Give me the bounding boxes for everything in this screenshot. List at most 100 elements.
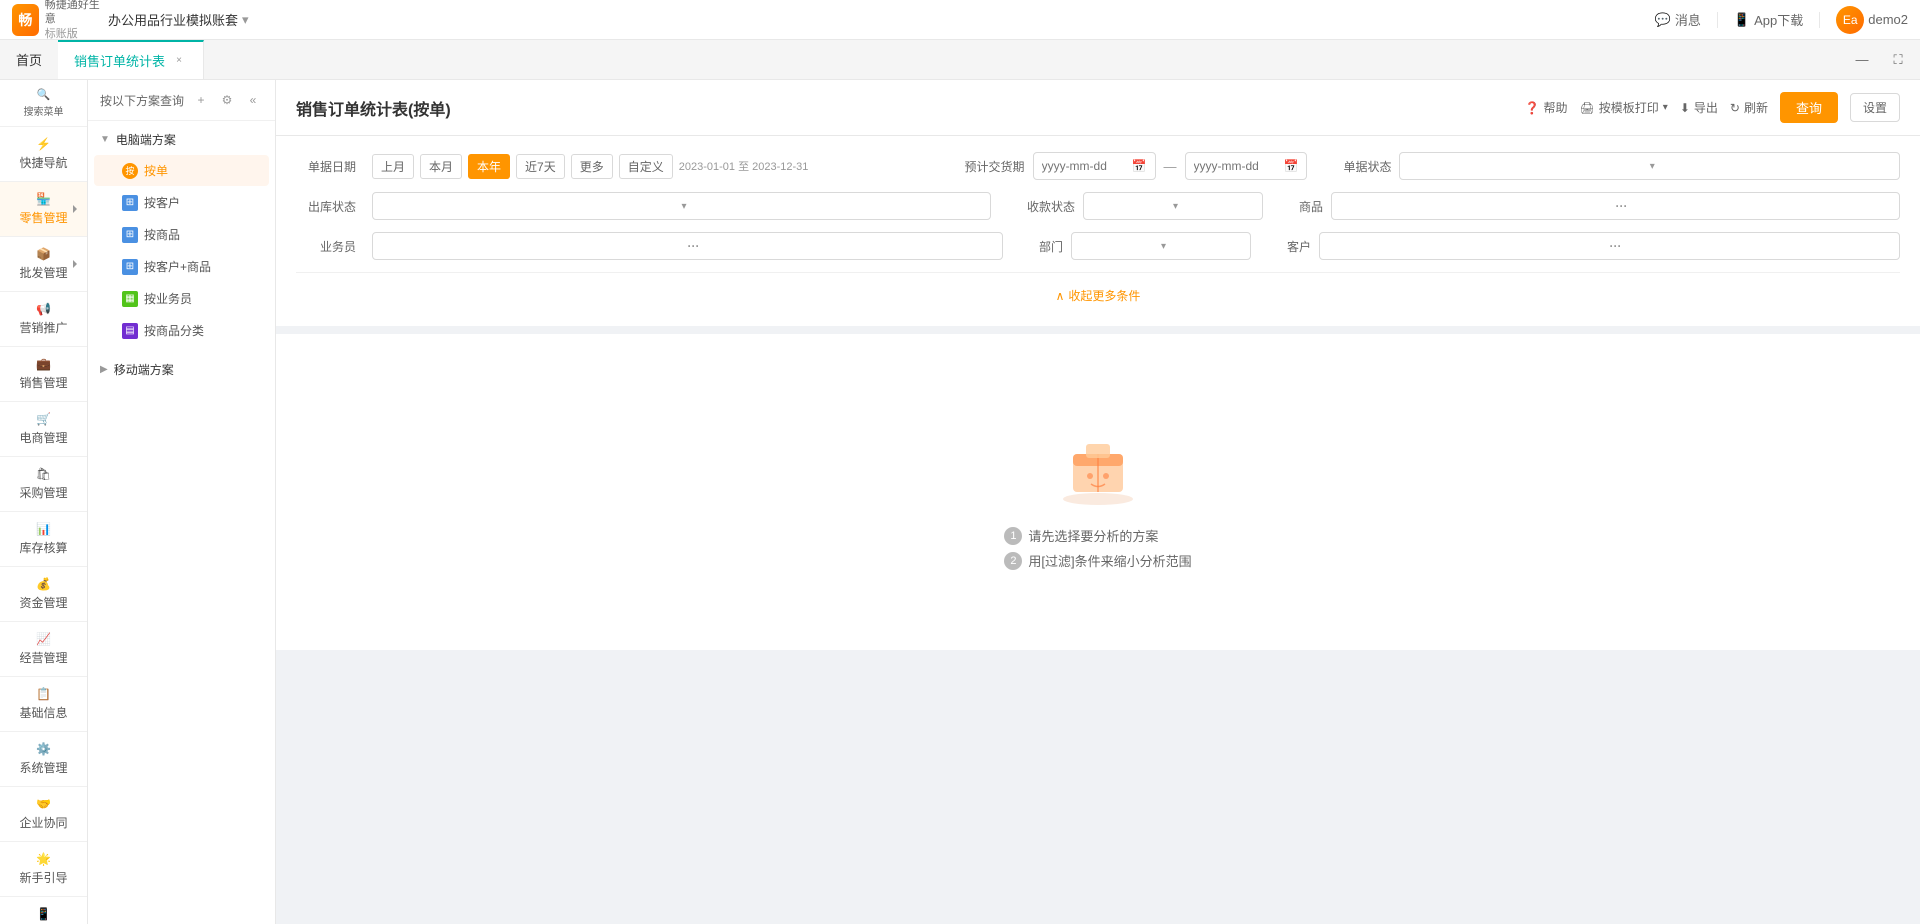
window-maximize-button[interactable]: ⛶ (1884, 46, 1912, 74)
department-select[interactable]: ▾ (1071, 232, 1251, 260)
doc-status-select[interactable]: ▾ (1399, 152, 1900, 180)
print-icon: 🖨 (1580, 101, 1595, 115)
by-cust-prod-icon: ⊞ (122, 259, 138, 275)
scheme-child-by-cust-prod[interactable]: ⊞ 按客户+商品 (94, 251, 269, 282)
sidebar-item-ecommerce[interactable]: 🛒 电商管理 (0, 402, 87, 457)
salesperson-dots[interactable]: ··· (688, 239, 995, 253)
sidebar-item-operation[interactable]: 📈 经营管理 (0, 622, 87, 677)
scheme-child-by-category[interactable]: ▤ 按商品分类 (94, 315, 269, 346)
mobile-scheme-parent[interactable]: ▶ 移动端方案 (88, 355, 275, 384)
expected-date-group: 预计交货期 📅 — 📅 (965, 152, 1308, 180)
doc-status-label: 单据状态 (1343, 158, 1391, 175)
empty-illustration (1048, 414, 1148, 514)
salesperson-select[interactable]: ··· (372, 232, 1003, 260)
guide-icon: 🌟 (36, 852, 51, 866)
sidebar-item-cooperation[interactable]: 🤝 企业协同 (0, 787, 87, 842)
customer-select[interactable]: ··· (1319, 232, 1900, 260)
product-select[interactable]: ··· (1331, 192, 1900, 220)
product-dots[interactable]: ··· (1616, 199, 1892, 213)
message-button[interactable]: 💬 消息 (1655, 10, 1701, 29)
message-icon: 💬 (1655, 12, 1671, 28)
settings-button[interactable]: 设置 (1850, 93, 1900, 122)
filter-row-1: 单据日期 上月 本月 本年 近7天 更多 自定义 2023-01-01 至 20… (296, 152, 1900, 180)
ship-status-select[interactable]: ▾ (372, 192, 991, 220)
empty-state: 1 请先选择要分析的方案 2 用[过滤]条件来缩小分析范围 (276, 334, 1920, 650)
retail-icon: 🏪 (36, 192, 51, 206)
expand-icon: ▼ (100, 134, 110, 145)
dept-arrow: ▾ (1161, 241, 1242, 252)
doc-status-group: 单据状态 ▾ (1343, 152, 1900, 180)
date-button-group: 上月 本月 本年 近7天 更多 自定义 2023-01-01 至 2023-12… (372, 154, 929, 179)
setting-scheme-button[interactable]: ⚙ (217, 90, 237, 110)
sidebar-item-retail[interactable]: 🏪 零售管理 (0, 182, 87, 237)
sidebar-item-basic[interactable]: 📋 基础信息 (0, 677, 87, 732)
scheme-child-by-product[interactable]: ⊞ 按商品 (94, 219, 269, 250)
payment-arrow: ▾ (1173, 201, 1254, 212)
sidebar-item-finance[interactable]: 💰 资金管理 (0, 567, 87, 622)
expand-mobile-icon: ▶ (100, 364, 108, 375)
collapse-panel-button[interactable]: « (243, 90, 263, 110)
date-btn-this-year[interactable]: 本年 (468, 154, 510, 179)
empty-tip-1: 1 请先选择要分析的方案 (1004, 526, 1191, 545)
app-download-button[interactable]: 📱 App下载 (1734, 10, 1803, 29)
sidebar-item-guide[interactable]: 🌟 新手引导 (0, 842, 87, 897)
user-profile-button[interactable]: Ea demo2 (1836, 6, 1908, 34)
date-btn-last-7-days[interactable]: 近7天 (516, 154, 565, 179)
date-dash: — (1164, 159, 1177, 174)
by-product-icon: ⊞ (122, 227, 138, 243)
scheme-child-by-order[interactable]: 按 按单 (94, 155, 269, 186)
sidebar-item-marketing[interactable]: 📢 营销推广 (0, 292, 87, 347)
left-panel-header: 按以下方案查询 + ⚙ « (88, 80, 275, 121)
product-label: 商品 (1299, 198, 1323, 215)
print-button[interactable]: 🖨 按模板打印 ▾ (1580, 99, 1668, 116)
appcenter-icon: 📱 (36, 907, 51, 921)
calendar-icon-end: 📅 (1284, 159, 1299, 173)
page-header: 销售订单统计表(按单) ❓ 帮助 🖨 按模板打印 ▾ ⬇ 导出 (276, 80, 1920, 136)
scheme-child-by-customer[interactable]: ⊞ 按客户 (94, 187, 269, 218)
page-title: 销售订单统计表(按单) (296, 96, 1525, 120)
tab-home[interactable]: 首页 (0, 40, 58, 79)
collapse-button[interactable]: ∧ 收起更多条件 (296, 281, 1900, 310)
by-salesperson-icon: ▦ (122, 291, 138, 307)
breadcrumb[interactable]: 办公用品行业模拟账套 ▾ (100, 10, 1655, 29)
payment-status-group: 收款状态 ▾ (1027, 192, 1263, 220)
tab-active[interactable]: 销售订单统计表 × (58, 40, 204, 79)
sidebar-item-system[interactable]: ⚙️ 系统管理 (0, 732, 87, 787)
ship-arrow: ▾ (682, 201, 983, 212)
expected-date-start-input[interactable] (1042, 159, 1132, 173)
refresh-button[interactable]: ↻ 刷新 (1730, 99, 1768, 116)
scheme-child-by-salesperson[interactable]: ▦ 按业务员 (94, 283, 269, 314)
sidebar-item-sales[interactable]: 💼 销售管理 (0, 347, 87, 402)
payment-status-label: 收款状态 (1027, 198, 1075, 215)
purchase-icon: 🛍 (36, 467, 51, 481)
tab-close-button[interactable]: × (171, 53, 187, 69)
sidebar-item-appcenter[interactable]: 📱 应用中心 (0, 897, 87, 924)
payment-status-select[interactable]: ▾ (1083, 192, 1263, 220)
expected-date-end-input[interactable] (1194, 159, 1284, 173)
date-btn-last-month[interactable]: 上月 (372, 154, 414, 179)
date-btn-this-month[interactable]: 本月 (420, 154, 462, 179)
header-divider (1717, 12, 1718, 28)
date-btn-more[interactable]: 更多 (571, 154, 613, 179)
expected-date-start[interactable]: 📅 (1033, 152, 1156, 180)
sidebar-item-wholesale[interactable]: 📦 批发管理 (0, 237, 87, 292)
query-button[interactable]: 查询 (1780, 92, 1838, 123)
pc-scheme-parent[interactable]: ▼ 电脑端方案 (88, 125, 275, 154)
export-button[interactable]: ⬇ 导出 (1680, 99, 1718, 116)
shortcut-icon: ⚡ (36, 137, 51, 151)
sidebar-search[interactable]: 🔍 搜索菜单 (0, 80, 87, 127)
operation-icon: 📈 (36, 632, 51, 646)
expected-date-end[interactable]: 📅 (1185, 152, 1308, 180)
sidebar-shortcut[interactable]: ⚡ 快捷导航 (0, 127, 87, 182)
help-button[interactable]: ❓ 帮助 (1525, 99, 1568, 116)
window-minimize-button[interactable]: — (1848, 46, 1876, 74)
date-btn-custom[interactable]: 自定义 (619, 154, 673, 179)
product-group: 商品 ··· (1299, 192, 1900, 220)
sidebar-item-inventory[interactable]: 📊 库存核算 (0, 512, 87, 567)
customer-dots[interactable]: ··· (1610, 239, 1892, 253)
app-logo: 畅 (12, 4, 39, 36)
add-scheme-button[interactable]: + (191, 90, 211, 110)
sidebar-item-purchase[interactable]: 🛍 采购管理 (0, 457, 87, 512)
date-range-text: 2023-01-01 至 2023-12-31 (679, 158, 809, 174)
inventory-icon: 📊 (36, 522, 51, 536)
